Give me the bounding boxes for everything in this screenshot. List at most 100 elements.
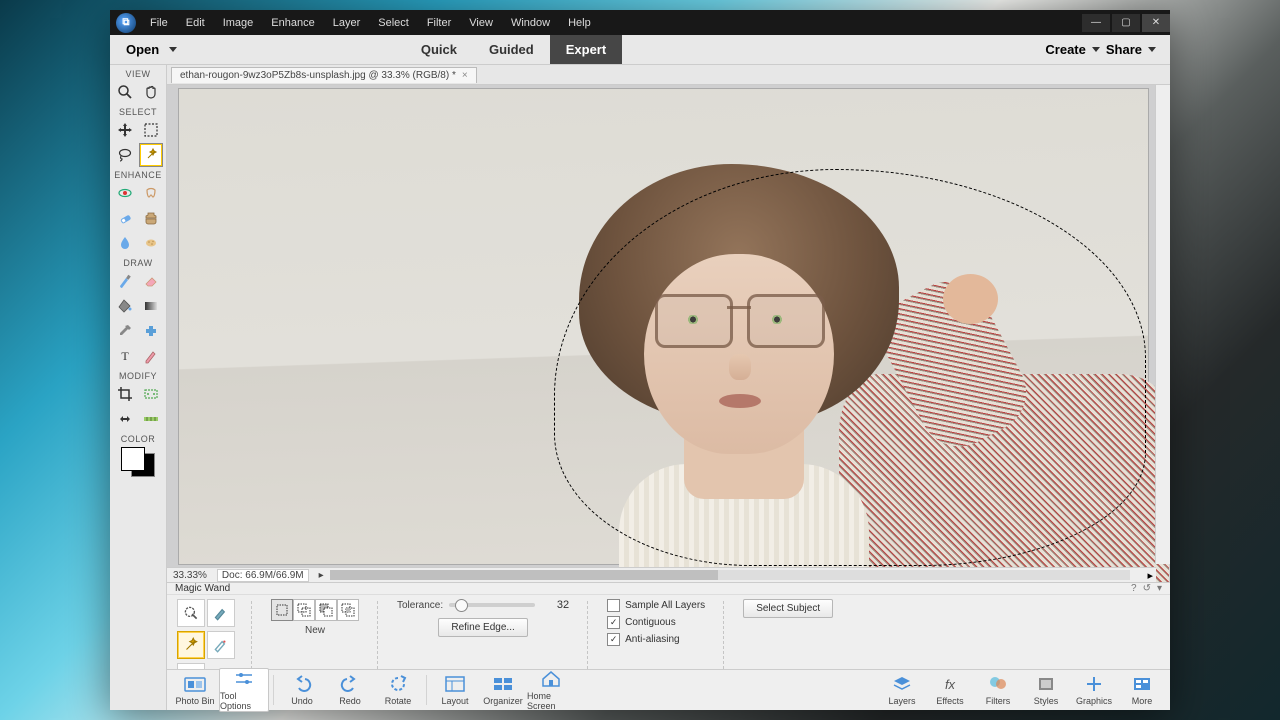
menu-filter[interactable]: Filter — [419, 14, 459, 32]
undo-button[interactable]: Undo — [278, 674, 326, 706]
mode-tabs: Quick Guided Expert — [405, 35, 622, 64]
contiguous-checkbox[interactable]: ✓Contiguous — [607, 616, 705, 629]
anti-aliasing-checkbox[interactable]: ✓Anti-aliasing — [607, 633, 705, 646]
create-button[interactable]: Create — [1045, 42, 1099, 57]
svg-text:T: T — [121, 349, 129, 363]
quick-selection-tool[interactable] — [177, 599, 205, 627]
more-button[interactable]: More — [1118, 674, 1166, 706]
window-controls: — ▢ ✕ — [1080, 14, 1170, 32]
home-screen-button[interactable]: Home Screen — [527, 669, 575, 711]
refine-edge-button[interactable]: Refine Edge... — [438, 618, 527, 637]
tool-options-title: Magic Wand — [175, 583, 230, 594]
lasso-tool[interactable] — [113, 143, 137, 167]
hand-tool[interactable] — [139, 80, 163, 104]
vertical-scrollbar[interactable] — [1155, 85, 1170, 564]
selection-brush-tool[interactable] — [207, 599, 235, 627]
section-draw: DRAW — [123, 258, 152, 268]
eraser-tool[interactable] — [139, 269, 163, 293]
tolerance-value[interactable]: 32 — [541, 599, 569, 611]
tolerance-slider[interactable] — [449, 603, 535, 607]
straighten-tool[interactable] — [139, 407, 163, 431]
menu-view[interactable]: View — [461, 14, 501, 32]
paint-bucket-tool[interactable] — [113, 294, 137, 318]
menu-file[interactable]: File — [142, 14, 176, 32]
tool-options-button[interactable]: Tool Options — [219, 668, 269, 712]
status-chevron-icon[interactable]: ▸ — [319, 570, 324, 581]
redeye-tool[interactable] — [113, 181, 137, 205]
select-subject-button[interactable]: Select Subject — [743, 599, 833, 618]
rotate-button[interactable]: Rotate — [374, 674, 422, 706]
zoom-readout[interactable]: 33.33% — [173, 570, 207, 581]
recompose-tool[interactable] — [139, 382, 163, 406]
selection-new[interactable] — [271, 599, 293, 621]
menu-help[interactable]: Help — [560, 14, 599, 32]
spot-heal-tool[interactable] — [113, 206, 137, 230]
type-tool[interactable]: T — [113, 344, 137, 368]
marquee-tool[interactable] — [139, 118, 163, 142]
whiten-teeth-tool[interactable] — [139, 181, 163, 205]
reset-icon[interactable]: ↺ — [1143, 583, 1151, 594]
app-window: ⧉ File Edit Image Enhance Layer Select F… — [110, 10, 1170, 710]
titlebar: ⧉ File Edit Image Enhance Layer Select F… — [110, 10, 1170, 35]
tolerance-label: Tolerance: — [397, 600, 443, 611]
help-icon[interactable]: ? — [1131, 583, 1137, 594]
svg-text:fx: fx — [945, 677, 956, 692]
crop-tool[interactable] — [113, 382, 137, 406]
organizer-button[interactable]: Organizer — [479, 674, 527, 706]
selection-intersect[interactable] — [337, 599, 359, 621]
magic-wand-tool[interactable] — [139, 143, 163, 167]
menu-select[interactable]: Select — [370, 14, 417, 32]
doc-size-readout: Doc: 66.9M/66.9M — [217, 569, 309, 582]
sponge-tool[interactable] — [139, 231, 163, 255]
mode-quick[interactable]: Quick — [405, 35, 473, 64]
sample-all-layers-checkbox[interactable]: Sample All Layers — [607, 599, 705, 612]
open-label: Open — [126, 42, 159, 57]
canvas-status: 33.33% Doc: 66.9M/66.9M ▸ — [167, 568, 330, 582]
menu-image[interactable]: Image — [215, 14, 262, 32]
shape-tool[interactable] — [139, 319, 163, 343]
clone-stamp-tool[interactable] — [139, 206, 163, 230]
panel-menu-icon[interactable]: ▾ — [1157, 583, 1162, 594]
move-tool[interactable] — [113, 118, 137, 142]
menu-enhance[interactable]: Enhance — [263, 14, 322, 32]
menu-window[interactable]: Window — [503, 14, 558, 32]
filters-button[interactable]: Filters — [974, 674, 1022, 706]
color-swatch[interactable] — [121, 447, 155, 477]
section-select: SELECT — [119, 107, 157, 117]
scroll-right-icon[interactable]: ▸ — [1144, 569, 1156, 582]
pencil-tool[interactable] — [139, 344, 163, 368]
open-button[interactable]: Open — [110, 35, 193, 64]
refine-selection-brush[interactable] — [207, 631, 235, 659]
content-aware-move-tool[interactable] — [113, 407, 137, 431]
mode-expert[interactable]: Expert — [550, 35, 622, 64]
eyedropper-tool[interactable] — [113, 319, 137, 343]
magic-wand-variant[interactable] — [177, 631, 205, 659]
close-tab-icon[interactable]: × — [462, 70, 468, 81]
foreground-color[interactable] — [121, 447, 145, 471]
effects-button[interactable]: fxEffects — [926, 674, 974, 706]
blur-tool[interactable] — [113, 231, 137, 255]
mode-guided[interactable]: Guided — [473, 35, 550, 64]
app-logo-icon: ⧉ — [116, 13, 136, 33]
minimize-button[interactable]: — — [1082, 14, 1110, 32]
layers-button[interactable]: Layers — [878, 674, 926, 706]
redo-button[interactable]: Redo — [326, 674, 374, 706]
menu-layer[interactable]: Layer — [325, 14, 369, 32]
brush-tool[interactable] — [113, 269, 137, 293]
zoom-tool[interactable] — [113, 80, 137, 104]
selection-add[interactable] — [293, 599, 315, 621]
maximize-button[interactable]: ▢ — [1112, 14, 1140, 32]
close-button[interactable]: ✕ — [1142, 14, 1170, 32]
layout-button[interactable]: Layout — [431, 674, 479, 706]
canvas[interactable] — [179, 89, 1148, 564]
tool-options-panel: Magic Wand ? ↺ ▾ — [167, 582, 1170, 669]
graphics-button[interactable]: Graphics — [1070, 674, 1118, 706]
styles-button[interactable]: Styles — [1022, 674, 1070, 706]
slider-knob[interactable] — [455, 599, 468, 612]
selection-subtract[interactable] — [315, 599, 337, 621]
photo-bin-button[interactable]: Photo Bin — [171, 674, 219, 706]
share-button[interactable]: Share — [1106, 42, 1156, 57]
document-tab[interactable]: ethan-rougon-9wz3oP5Zb8s-unsplash.jpg @ … — [171, 67, 477, 83]
gradient-tool[interactable] — [139, 294, 163, 318]
menu-edit[interactable]: Edit — [178, 14, 213, 32]
